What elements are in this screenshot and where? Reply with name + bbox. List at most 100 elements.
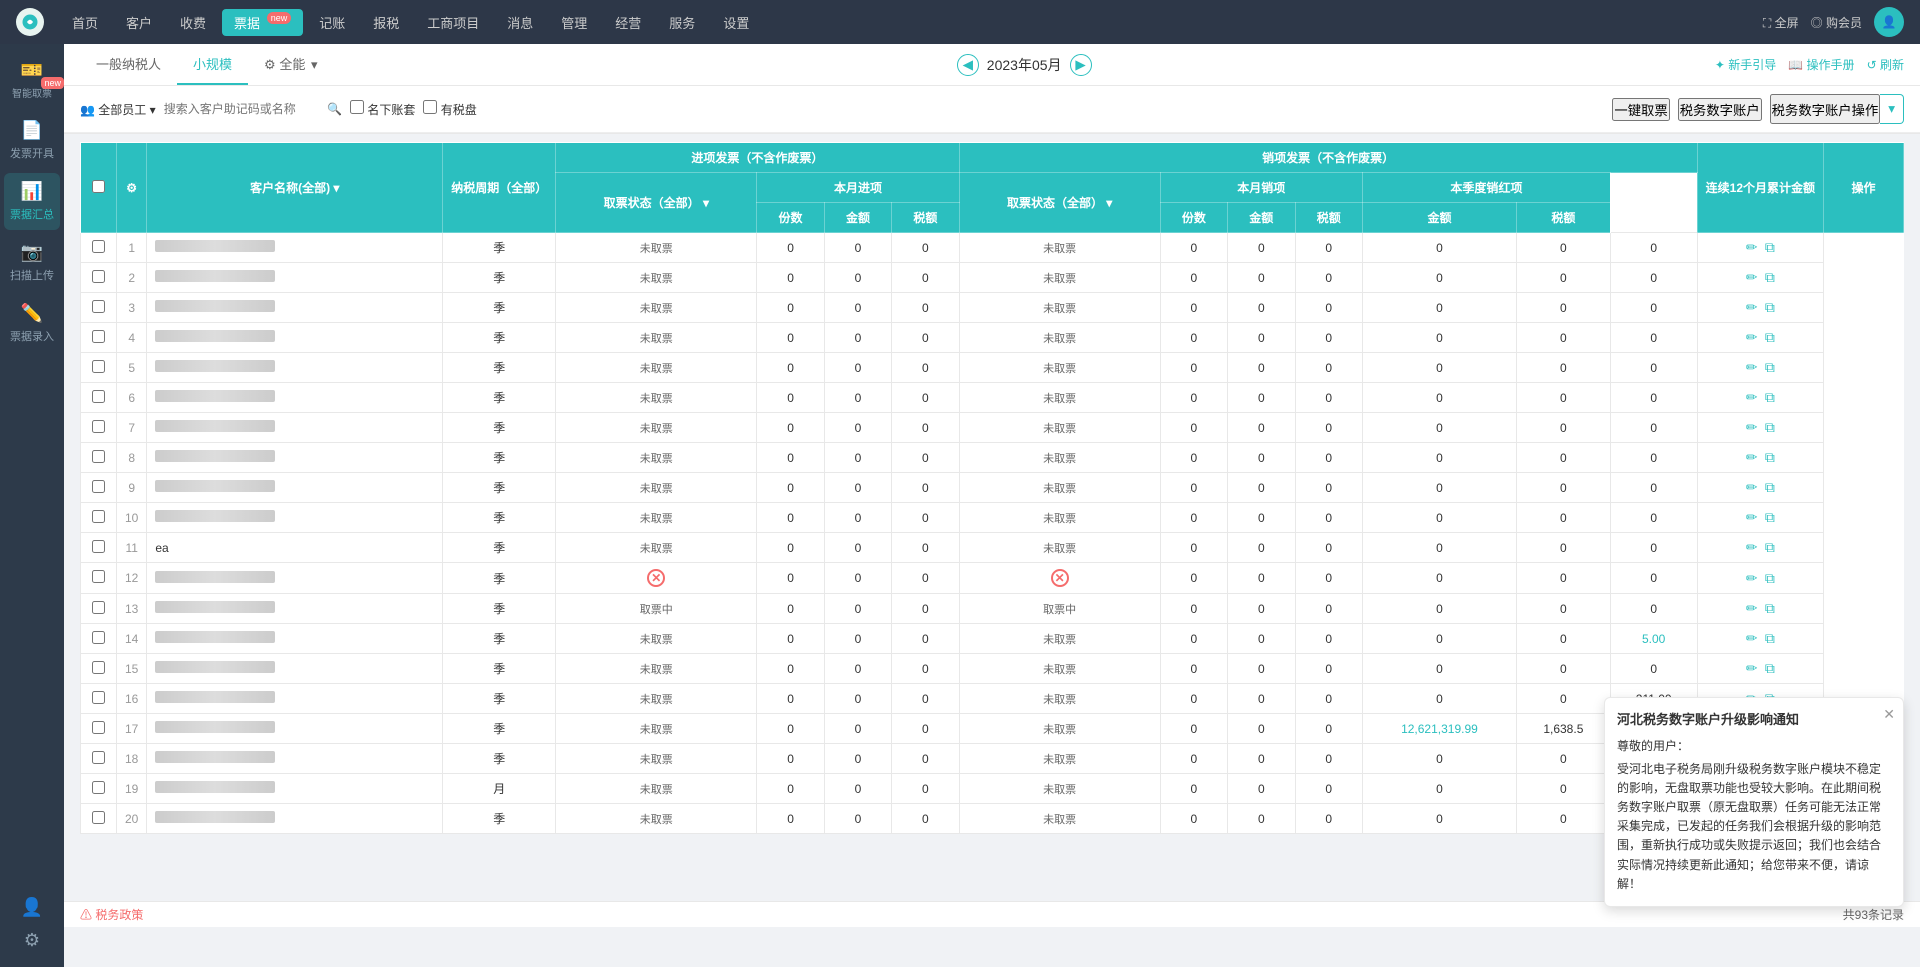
sum12m-link[interactable]: 5.00 <box>1642 632 1665 646</box>
copy-btn[interactable]: ⧉ <box>1765 419 1775 435</box>
nav-business[interactable]: 工商项目 <box>415 9 491 36</box>
copy-btn[interactable]: ⧉ <box>1765 660 1775 676</box>
period-next-btn[interactable]: ▶ <box>1070 54 1092 76</box>
edit-btn[interactable]: ✏ <box>1746 570 1758 586</box>
row-checkbox[interactable] <box>92 751 105 764</box>
copy-btn[interactable]: ⧉ <box>1765 630 1775 646</box>
edit-btn[interactable]: ✏ <box>1746 389 1758 405</box>
copy-btn[interactable]: ⧉ <box>1765 239 1775 255</box>
edit-btn[interactable]: ✏ <box>1746 539 1758 555</box>
copy-btn[interactable]: ⧉ <box>1765 600 1775 616</box>
copy-btn[interactable]: ⧉ <box>1765 539 1775 555</box>
tab-small-scale[interactable]: 小规模 <box>177 44 248 85</box>
copy-btn[interactable]: ⧉ <box>1765 269 1775 285</box>
copy-btn[interactable]: ⧉ <box>1765 389 1775 405</box>
sidebar-item-smart-ticket[interactable]: 🎫 智能取票 new <box>4 52 60 108</box>
notification-close-btn[interactable]: ✕ <box>1883 706 1895 723</box>
row-checkbox[interactable] <box>92 631 105 644</box>
edit-btn[interactable]: ✏ <box>1746 479 1758 495</box>
nav-operation[interactable]: 经营 <box>603 9 653 36</box>
row-checkbox[interactable] <box>92 691 105 704</box>
copy-btn[interactable]: ⧉ <box>1765 359 1775 375</box>
nav-invoice[interactable]: 票据 new <box>222 9 303 36</box>
row-checkbox[interactable] <box>92 240 105 253</box>
period-prev-btn[interactable]: ◀ <box>957 54 979 76</box>
edit-btn[interactable]: ✏ <box>1746 269 1758 285</box>
tab-general-taxpayer[interactable]: 一般纳税人 <box>80 44 177 85</box>
digital-ops-dropdown-btn[interactable]: ▾ <box>1880 94 1904 124</box>
fullscreen-btn[interactable]: ⛶ 全屏 <box>1763 14 1799 31</box>
manual-btn[interactable]: 📖 操作手册 <box>1788 56 1854 73</box>
row-checkbox[interactable] <box>92 360 105 373</box>
copy-btn[interactable]: ⧉ <box>1765 329 1775 345</box>
nav-fee[interactable]: 收费 <box>168 9 218 36</box>
search-icon[interactable]: 🔍 <box>327 102 342 116</box>
row-sum12m: 0 <box>1610 654 1697 684</box>
edit-btn[interactable]: ✏ <box>1746 329 1758 345</box>
my-account-checkbox[interactable] <box>350 100 364 114</box>
nav-client[interactable]: 客户 <box>114 9 164 36</box>
search-input[interactable] <box>164 102 324 116</box>
digital-account-btn[interactable]: 税务数字账户 <box>1678 98 1762 121</box>
select-all-checkbox[interactable] <box>92 180 105 193</box>
sidebar-user-btn[interactable]: 👤 <box>21 897 43 918</box>
row-checkbox[interactable] <box>92 390 105 403</box>
has-taxdisk-checkbox[interactable] <box>423 100 437 114</box>
row-checkbox[interactable] <box>92 721 105 734</box>
row-checkbox[interactable] <box>92 480 105 493</box>
edit-btn[interactable]: ✏ <box>1746 630 1758 646</box>
nav-manage[interactable]: 管理 <box>549 9 599 36</box>
copy-btn[interactable]: ⧉ <box>1765 449 1775 465</box>
row-checkbox[interactable] <box>92 510 105 523</box>
row-checkbox[interactable] <box>92 570 105 583</box>
row-checkbox[interactable] <box>92 601 105 614</box>
copy-btn[interactable]: ⧉ <box>1765 570 1775 586</box>
row-checkbox[interactable] <box>92 270 105 283</box>
row-ops: ✏ ⧉ <box>1697 413 1823 443</box>
nav-message[interactable]: 消息 <box>495 9 545 36</box>
red-amount-link[interactable]: 12,621,319.99 <box>1401 722 1478 736</box>
copy-btn[interactable]: ⧉ <box>1765 479 1775 495</box>
tax-policy-link[interactable]: ⚠ 税务政策 <box>80 906 143 923</box>
edit-btn[interactable]: ✏ <box>1746 299 1758 315</box>
row-checkbox[interactable] <box>92 661 105 674</box>
manual-icon: 📖 <box>1788 58 1803 72</box>
sidebar-item-invoice-open[interactable]: 📄 发票开具 <box>4 112 60 169</box>
row-checkbox[interactable] <box>92 540 105 553</box>
has-taxdisk-filter[interactable]: 有税盘 <box>423 100 476 118</box>
sidebar-item-invoice-entry[interactable]: ✏️ 票据录入 <box>4 295 60 352</box>
one-key-ticket-btn[interactable]: 一键取票 <box>1612 98 1669 121</box>
digital-ops-btn[interactable]: 税务数字账户操作 <box>1770 94 1881 124</box>
nav-bookkeeping[interactable]: 记账 <box>307 9 357 36</box>
edit-btn[interactable]: ✏ <box>1746 509 1758 525</box>
edit-btn[interactable]: ✏ <box>1746 419 1758 435</box>
sidebar-item-scan-upload[interactable]: 📷 扫描上传 <box>4 234 60 291</box>
member-btn[interactable]: ◎ 购会员 <box>1811 14 1862 31</box>
edit-btn[interactable]: ✏ <box>1746 239 1758 255</box>
my-account-filter[interactable]: 名下账套 <box>350 100 415 118</box>
row-checkbox[interactable] <box>92 450 105 463</box>
sidebar-settings-btn[interactable]: ⚙ <box>24 930 40 951</box>
tab-all-ability[interactable]: ⚙ 全能 ▾ <box>248 44 333 85</box>
copy-btn[interactable]: ⧉ <box>1765 509 1775 525</box>
staff-select[interactable]: 👥 全部员工 ▾ <box>80 101 156 118</box>
nav-home[interactable]: 首页 <box>60 9 110 36</box>
nav-tax[interactable]: 报税 <box>361 9 411 36</box>
new-guide-btn[interactable]: ✦ 新手引导 <box>1715 56 1776 73</box>
edit-btn[interactable]: ✏ <box>1746 359 1758 375</box>
edit-btn[interactable]: ✏ <box>1746 600 1758 616</box>
row-out-status: 未取票 <box>959 293 1160 323</box>
copy-btn[interactable]: ⧉ <box>1765 299 1775 315</box>
row-checkbox[interactable] <box>92 300 105 313</box>
user-avatar[interactable]: 👤 <box>1874 7 1904 37</box>
nav-service[interactable]: 服务 <box>657 9 707 36</box>
edit-btn[interactable]: ✏ <box>1746 449 1758 465</box>
row-checkbox[interactable] <box>92 781 105 794</box>
row-checkbox[interactable] <box>92 330 105 343</box>
nav-settings[interactable]: 设置 <box>711 9 761 36</box>
row-checkbox[interactable] <box>92 420 105 433</box>
sidebar-item-invoice-summary[interactable]: 📊 票据汇总 <box>4 173 60 230</box>
edit-btn[interactable]: ✏ <box>1746 660 1758 676</box>
refresh-btn[interactable]: ↺ 刷新 <box>1867 56 1904 73</box>
row-checkbox[interactable] <box>92 811 105 824</box>
